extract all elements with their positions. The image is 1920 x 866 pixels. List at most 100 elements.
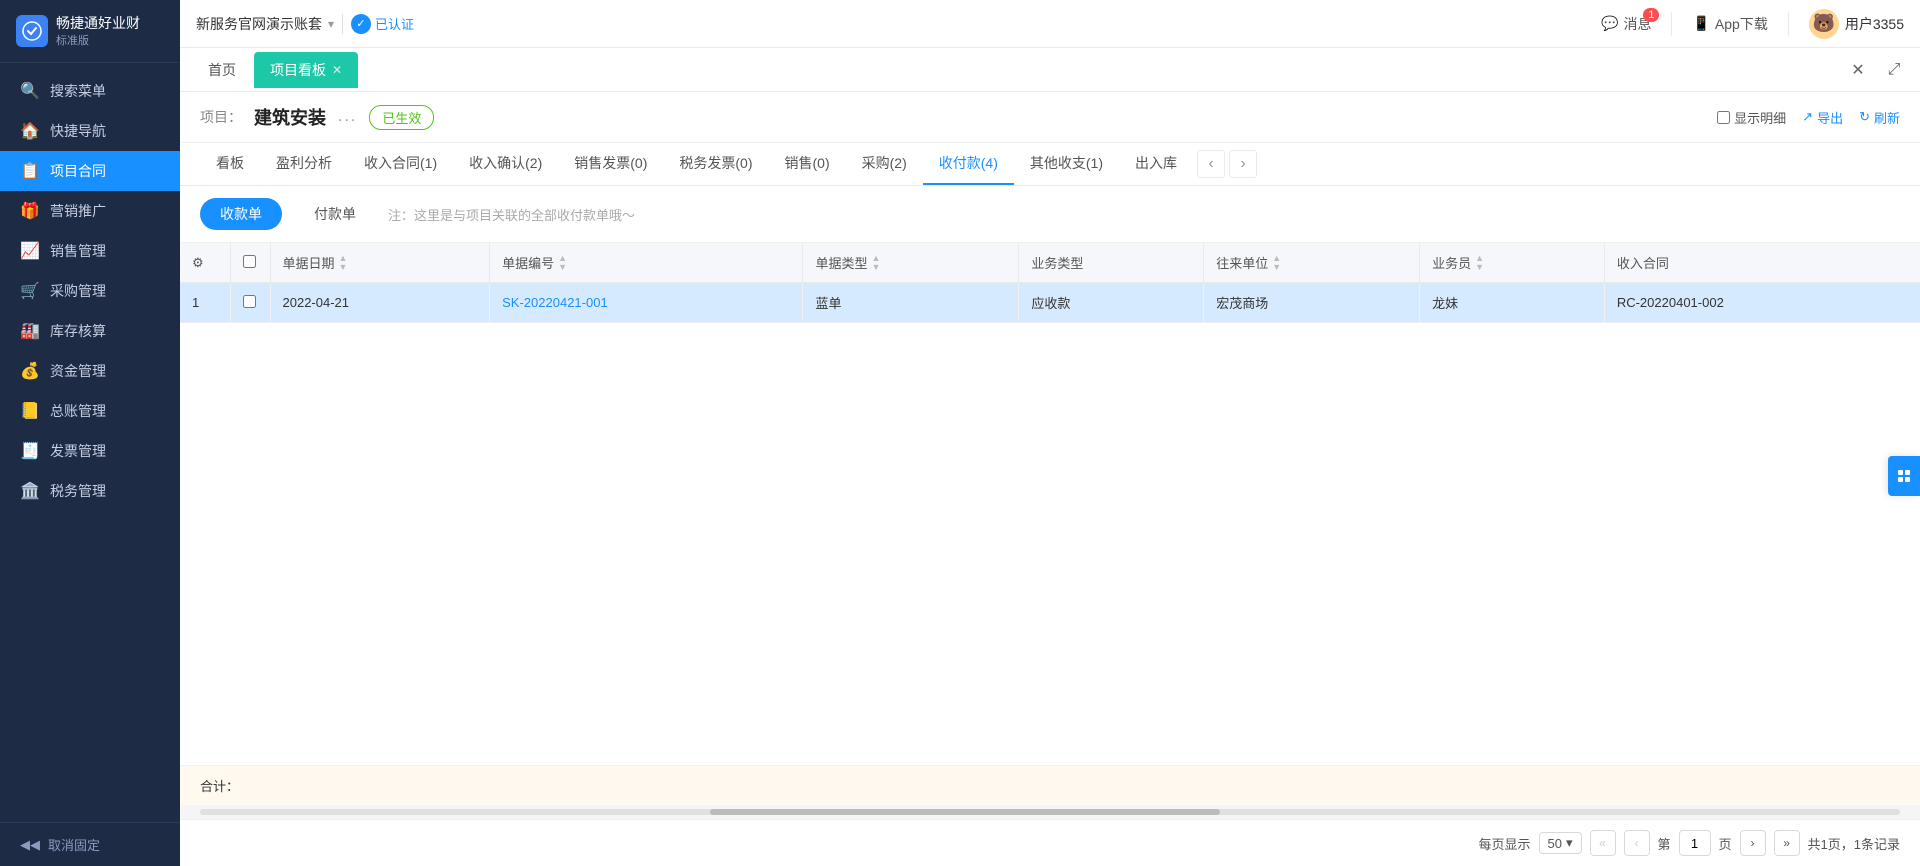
cancel-fixed-label: 取消固定 (48, 835, 100, 854)
sidebar-item-ledger[interactable]: 📒 总账管理 (0, 391, 180, 431)
table-wrap: ⚙ 单据日期 ▲▼ 单据编号 (180, 243, 1920, 765)
th-settings[interactable]: ⚙ (180, 243, 230, 283)
show-detail-input[interactable] (1717, 111, 1730, 124)
window-controls: ✕ ⤢ (1844, 56, 1908, 84)
sidebar-item-projects[interactable]: 📋 项目合同 (0, 151, 180, 191)
page-size-select[interactable]: 50 ▾ (1539, 832, 1582, 854)
sidebar-item-tax[interactable]: 🏛️ 税务管理 (0, 471, 180, 511)
horizontal-scrollbar[interactable] (180, 805, 1920, 819)
page-number-input[interactable] (1679, 830, 1711, 856)
page-size-label: 每页显示 (1478, 834, 1530, 853)
cancel-fixed-button[interactable]: ◀◀ 取消固定 (0, 822, 180, 866)
sidebar-item-label: 项目合同 (50, 161, 106, 181)
refresh-button[interactable]: ↻ 刷新 (1859, 108, 1900, 127)
td-number[interactable]: SK-20220421-001 (490, 283, 803, 323)
tab-home[interactable]: 首页 (192, 52, 252, 88)
subnav-sales[interactable]: 销售(0) (769, 143, 846, 185)
account-selector[interactable]: 新服务官网演示账套 ▾ (196, 14, 334, 34)
tab-project-label: 项目看板 (270, 60, 326, 80)
td-salesman: 龙妹 (1420, 283, 1605, 323)
sidebar-item-sales[interactable]: 📈 销售管理 (0, 231, 180, 271)
sidebar-item-inventory[interactable]: 🏭 库存核算 (0, 311, 180, 351)
total-info: 共1页，1条记录 (1808, 834, 1900, 853)
close-window-button[interactable]: ✕ (1844, 56, 1872, 84)
sidebar-item-quicknav[interactable]: 🏠 快捷导航 (0, 111, 180, 151)
app-download-button[interactable]: 📱 App下载 (1692, 14, 1767, 34)
sidebar-item-funds[interactable]: 💰 资金管理 (0, 351, 180, 391)
settings-icon[interactable]: ⚙ (192, 255, 204, 270)
main-area: 新服务官网演示账套 ▾ ✓ 已认证 💬 消息 1 📱 App下载 🐻 (180, 0, 1920, 866)
subnav-tax-invoice[interactable]: 税务发票(0) (663, 143, 768, 185)
subnav-payment[interactable]: 收付款(4) (923, 143, 1014, 185)
message-icon: 💬 (1601, 15, 1618, 32)
messages-badge: 1 (1643, 8, 1659, 22)
th-partner[interactable]: 往来单位 ▲▼ (1204, 243, 1420, 283)
subtab-receipt[interactable]: 收款单 (200, 198, 282, 230)
home-icon: 🏠 (20, 121, 40, 141)
last-page-button[interactable]: » (1774, 830, 1800, 856)
pagination: 每页显示 50 ▾ « ‹ 第 页 › » 共1页，1条记录 (180, 819, 1920, 866)
scrollbar-thumb[interactable] (710, 809, 1220, 815)
subtab-bar: 收款单 付款单 注：这里是与项目关联的全部收付款单哦～ (180, 186, 1920, 243)
messages-button[interactable]: 💬 消息 1 (1601, 14, 1651, 34)
sidebar-logo: 畅捷通好业财 标准版 (0, 0, 180, 63)
close-icon[interactable]: ✕ (332, 63, 342, 77)
floating-action-button[interactable] (1888, 456, 1920, 496)
sidebar-item-search[interactable]: 🔍 搜索菜单 (0, 71, 180, 111)
tab-project-board[interactable]: 项目看板 ✕ (254, 52, 358, 88)
sidebar-item-label: 快捷导航 (50, 121, 106, 141)
subnav-income-contract[interactable]: 收入合同(1) (348, 143, 453, 185)
topbar: 新服务官网演示账套 ▾ ✓ 已认证 💬 消息 1 📱 App下载 🐻 (180, 0, 1920, 48)
first-page-button[interactable]: « (1590, 830, 1616, 856)
td-partner: 宏茂商场 (1204, 283, 1420, 323)
export-button[interactable]: ↗ 导出 (1802, 108, 1843, 127)
sidebar-item-label: 库存核算 (50, 321, 106, 341)
subnav-profit[interactable]: 盈利分析 (260, 143, 348, 185)
subnav-prev-arrow[interactable]: ‹ (1197, 150, 1225, 178)
app-download-label: App下载 (1715, 14, 1768, 34)
maximize-window-button[interactable]: ⤢ (1880, 56, 1908, 84)
scrollbar-track[interactable] (200, 809, 1900, 815)
next-page-button[interactable]: › (1740, 830, 1766, 856)
sidebar: 畅捷通好业财 标准版 🔍 搜索菜单 🏠 快捷导航 📋 项目合同 🎁 营销推广 📈… (0, 0, 180, 866)
topbar-left: 新服务官网演示账套 ▾ ✓ 已认证 (196, 14, 414, 34)
row-checkbox[interactable] (243, 295, 256, 308)
app-logo-icon (16, 15, 48, 47)
sidebar-item-marketing[interactable]: 🎁 营销推广 (0, 191, 180, 231)
sidebar-item-label: 总账管理 (50, 401, 106, 421)
receipt-number-link[interactable]: SK-20220421-001 (502, 295, 608, 310)
th-number[interactable]: 单据编号 ▲▼ (490, 243, 803, 283)
th-type[interactable]: 单据类型 ▲▼ (803, 243, 1019, 283)
th-contract: 收入合同 (1604, 243, 1920, 283)
th-salesman[interactable]: 业务员 ▲▼ (1420, 243, 1605, 283)
sidebar-item-label: 发票管理 (50, 441, 106, 461)
pin-icon: ◀◀ (20, 837, 40, 853)
tax-icon: 🏛️ (20, 481, 40, 501)
subnav-other[interactable]: 其他收支(1) (1014, 143, 1119, 185)
subnav-purchase[interactable]: 采购(2) (846, 143, 923, 185)
topbar-right: 💬 消息 1 📱 App下载 🐻 用户3355 (1601, 9, 1904, 39)
sort-arrows-date: ▲▼ (339, 254, 348, 272)
total-label: 合计： (200, 779, 239, 794)
show-detail-checkbox[interactable]: 显示明细 (1717, 108, 1786, 127)
subnav-kanban[interactable]: 看板 (200, 143, 260, 185)
subnav-sales-invoice[interactable]: 销售发票(0) (558, 143, 663, 185)
sidebar-item-purchase[interactable]: 🛒 采购管理 (0, 271, 180, 311)
sidebar-item-invoice[interactable]: 🧾 发票管理 (0, 431, 180, 471)
subnav-income-confirm[interactable]: 收入确认(2) (453, 143, 558, 185)
app-name: 畅捷通好业财 (56, 14, 140, 32)
td-biz-type: 应收款 (1019, 283, 1204, 323)
user-menu[interactable]: 🐻 用户3355 (1809, 9, 1904, 39)
sidebar-item-label: 营销推广 (50, 201, 106, 221)
subnav-inout[interactable]: 出入库 (1119, 143, 1193, 185)
th-date[interactable]: 单据日期 ▲▼ (270, 243, 490, 283)
subnav: 看板 盈利分析 收入合同(1) 收入确认(2) 销售发票(0) 税务发票(0) … (180, 143, 1920, 186)
subnav-next-arrow[interactable]: › (1229, 150, 1257, 178)
export-icon: ↗ (1802, 109, 1813, 125)
table-row[interactable]: 1 2022-04-21 SK-20220421-001 蓝单 应收款 宏茂商场… (180, 283, 1920, 323)
select-all-checkbox[interactable] (243, 255, 256, 268)
prev-page-button[interactable]: ‹ (1624, 830, 1650, 856)
ledger-icon: 📒 (20, 401, 40, 421)
more-button[interactable]: ... (338, 108, 357, 126)
subtab-payment[interactable]: 付款单 (294, 198, 376, 230)
